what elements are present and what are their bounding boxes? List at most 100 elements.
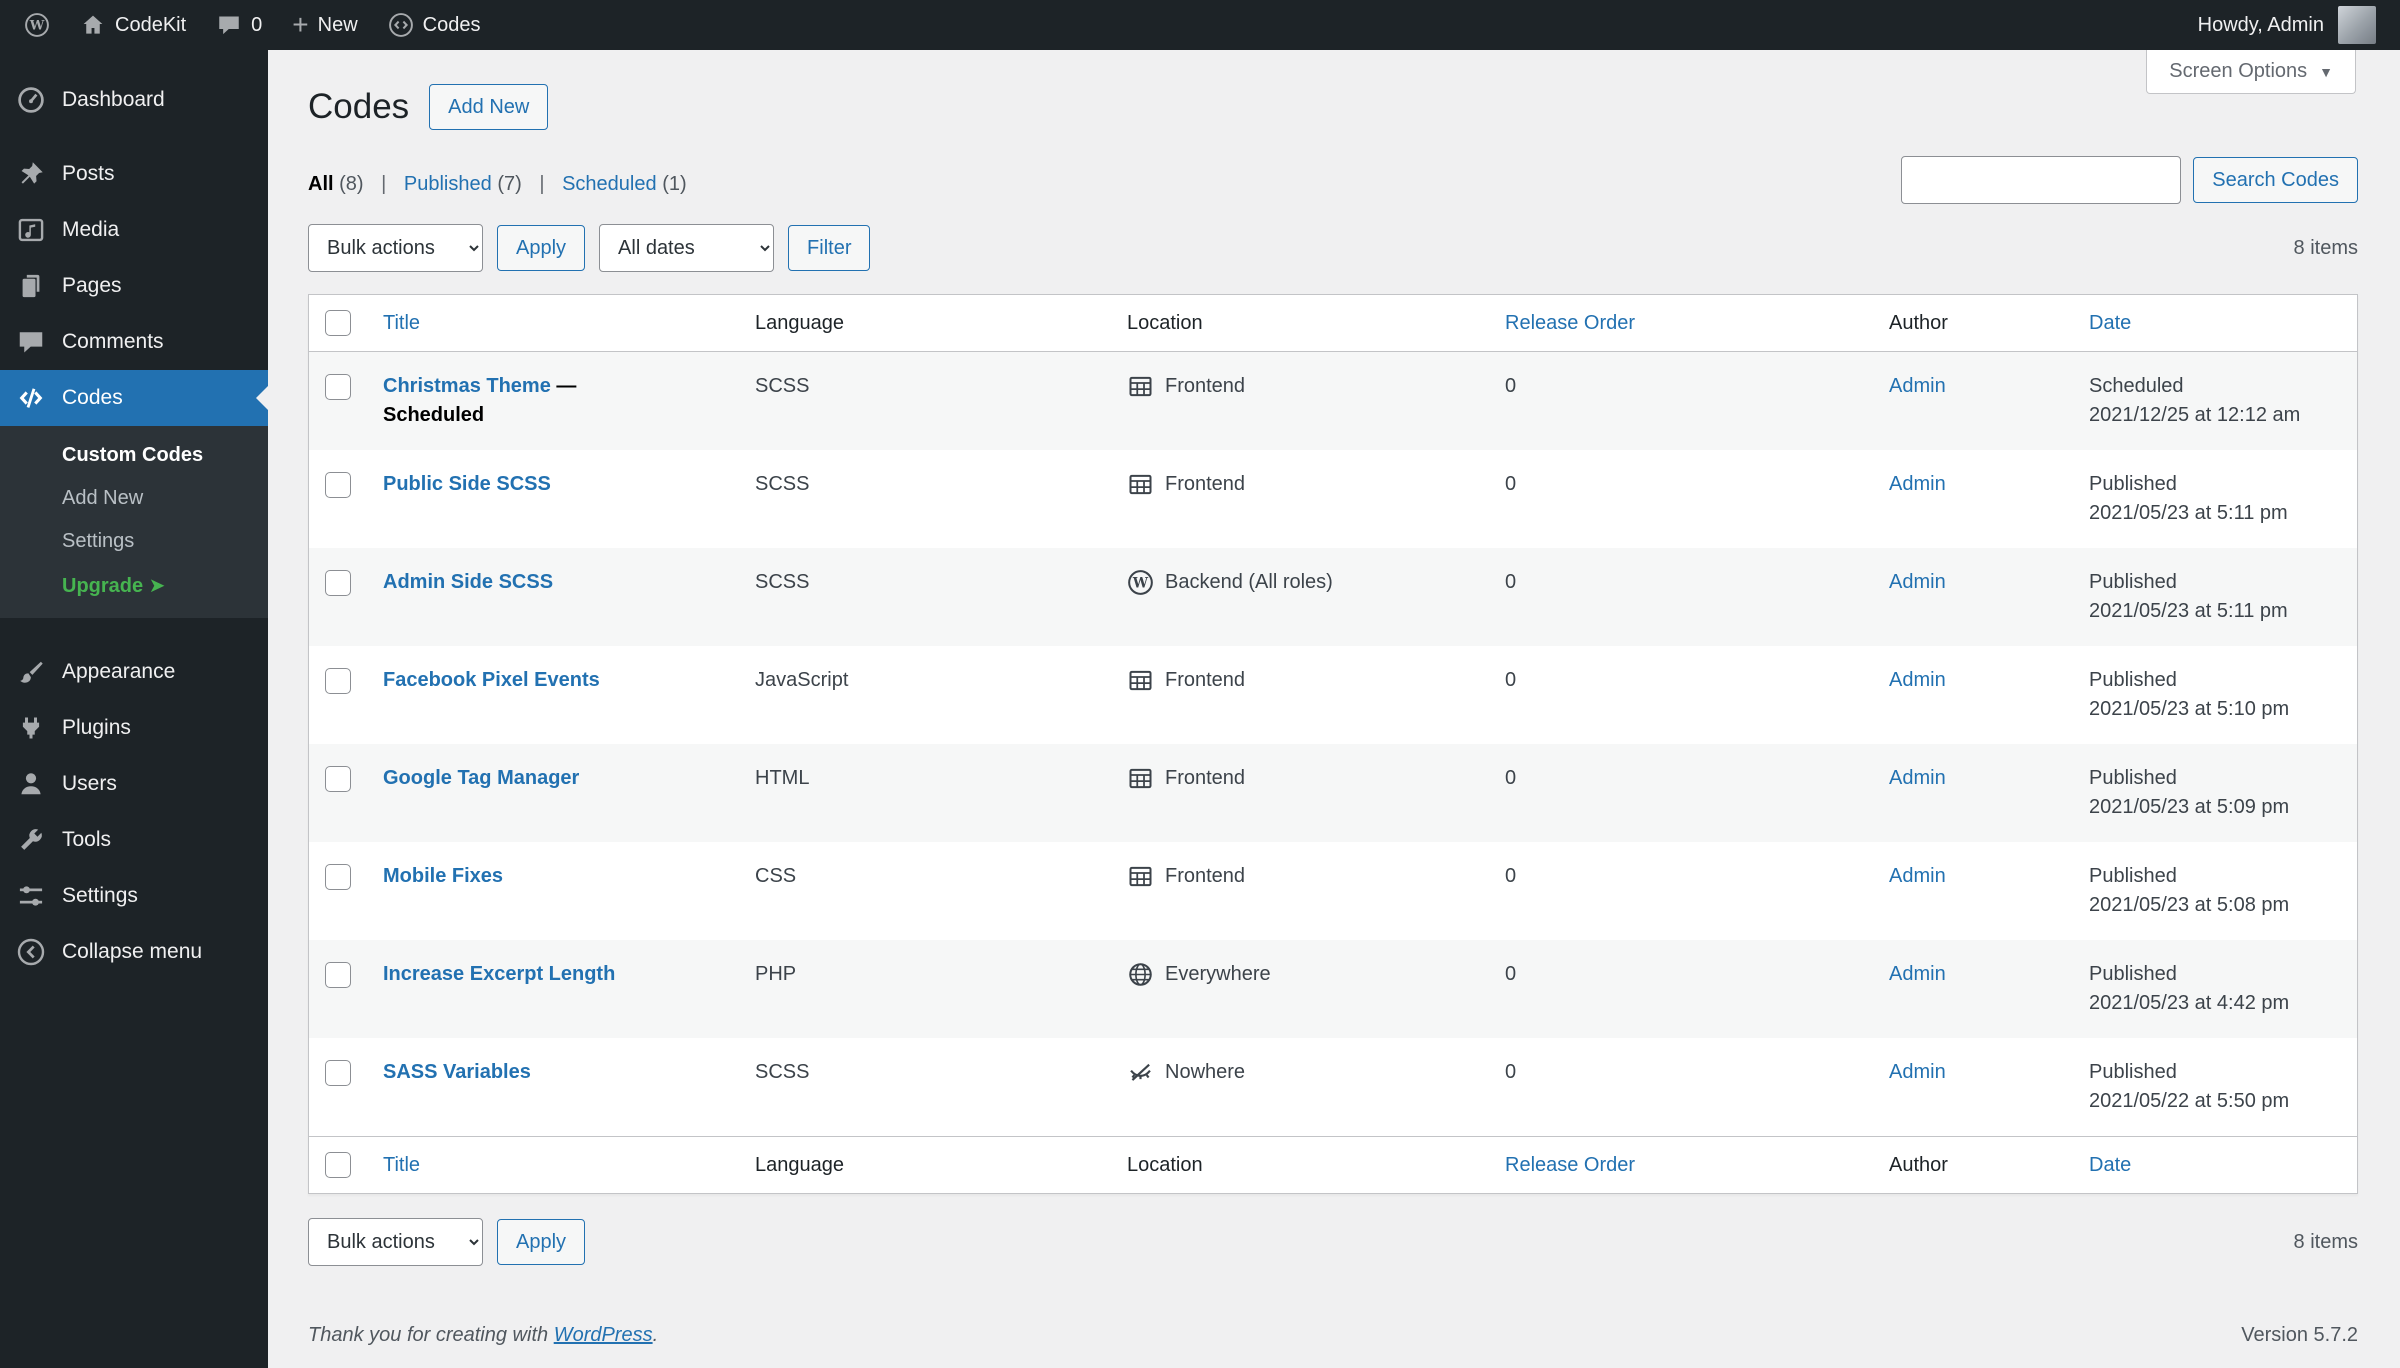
author-link[interactable]: Admin [1889,865,1946,887]
select-row-checkbox[interactable] [325,569,351,596]
sidebar-item-appearance[interactable]: Appearance [0,644,268,700]
view-scheduled[interactable]: Scheduled [562,173,657,195]
sidebar-item-label: Pages [62,274,122,297]
new-label: New [317,13,358,36]
date-cell: Published 2021/05/23 at 4:42 pm [2073,940,2358,1038]
view-published[interactable]: Published [404,173,492,195]
location-icon [1127,373,1154,400]
dates-filter-select[interactable]: All dates [599,224,775,272]
column-header-release-order[interactable]: Release Order [1505,312,1635,334]
column-footer-date[interactable]: Date [2089,1154,2131,1176]
row-title-link[interactable]: Facebook Pixel Events [383,669,600,691]
date-status: Published [2089,1061,2177,1083]
wordpress-link[interactable]: WordPress [554,1324,653,1346]
author-link[interactable]: Admin [1889,375,1946,397]
sidebar-item-settings[interactable]: Settings [0,868,268,924]
wp-logo-menu[interactable] [24,12,50,38]
select-row-checkbox[interactable] [325,863,351,890]
table-footer-row: Title Language Location Release Order Au… [308,1136,2358,1194]
row-title-link[interactable]: Admin Side SCSS [383,571,553,593]
select-row-checkbox[interactable] [325,765,351,792]
codes-list-table: Title Language Location Release Order Au… [308,294,2358,1194]
date-status: Published [2089,963,2177,985]
admin-sidebar: Dashboard Posts Media Pages Comments Cod… [0,50,268,1368]
release-order-cell: 0 [1505,375,1517,397]
select-row-checkbox[interactable] [325,1059,351,1086]
comments-menu[interactable]: 0 [216,12,262,38]
sidebar-item-dashboard[interactable]: Dashboard [0,72,268,128]
row-title-link[interactable]: Increase Excerpt Length [383,963,615,985]
location-cell: Frontend [1127,862,1473,891]
author-link[interactable]: Admin [1889,669,1946,691]
select-row-checkbox[interactable] [325,667,351,694]
column-header-language: Language [739,294,1111,352]
row-title-link[interactable]: SASS Variables [383,1061,531,1083]
submenu-item-add-new[interactable]: Add New [0,477,268,520]
sidebar-item-pages[interactable]: Pages [0,258,268,314]
column-footer-release-order[interactable]: Release Order [1505,1154,1635,1176]
row-title-link[interactable]: Google Tag Manager [383,767,579,789]
select-all-checkbox[interactable] [325,1152,351,1178]
table-row: Increase Excerpt Length PHP Everywhere 0… [308,940,2358,1038]
select-row-checkbox[interactable] [325,373,351,400]
row-title-link[interactable]: Christmas Theme [383,375,551,397]
date-value: 2021/05/23 at 5:09 pm [2089,796,2290,818]
avatar[interactable] [2338,6,2376,44]
sidebar-item-comments[interactable]: Comments [0,314,268,370]
author-link[interactable]: Admin [1889,571,1946,593]
select-row-checkbox[interactable] [325,471,351,498]
add-new-button[interactable]: Add New [429,84,549,130]
submenu-item-upgrade[interactable]: Upgrade ➤ [0,563,268,608]
sidebar-item-users[interactable]: Users [0,756,268,812]
view-scheduled-count: (1) [662,173,687,195]
author-link[interactable]: Admin [1889,473,1946,495]
row-title-link[interactable]: Mobile Fixes [383,865,503,887]
admin-bar: CodeKit 0 + New Codes Howdy, Admin [0,0,2400,50]
location-cell: Everywhere [1127,960,1473,989]
column-header-date[interactable]: Date [2089,312,2131,334]
date-cell: Published 2021/05/23 at 5:11 pm [2073,548,2358,646]
location-icon [1127,765,1154,792]
sidebar-item-plugins[interactable]: Plugins [0,700,268,756]
sidebar-item-media[interactable]: Media [0,202,268,258]
select-all-checkbox[interactable] [325,310,351,336]
site-name-menu[interactable]: CodeKit [80,12,186,38]
view-all[interactable]: All [308,173,334,195]
sidebar-item-tools[interactable]: Tools [0,812,268,868]
location-label: Frontend [1165,669,1246,691]
submenu-item-settings[interactable]: Settings [0,520,268,563]
howdy-account-link[interactable]: Howdy, Admin [2198,14,2324,37]
author-link[interactable]: Admin [1889,963,1946,985]
search-input[interactable] [1901,156,2182,204]
select-row-checkbox[interactable] [325,961,351,988]
author-link[interactable]: Admin [1889,1061,1946,1083]
screen-options-button[interactable]: Screen Options ▼ [2146,50,2356,94]
language-cell: HTML [755,767,810,789]
filter-button[interactable]: Filter [788,225,871,271]
sidebar-item-codes[interactable]: Codes [0,370,268,426]
author-link[interactable]: Admin [1889,767,1946,789]
apply-button-bottom[interactable]: Apply [497,1219,586,1265]
wordpress-admin-screen: CodeKit 0 + New Codes Howdy, Admin Dashb… [0,0,2400,1368]
new-content-menu[interactable]: + New [292,11,357,39]
sidebar-item-posts[interactable]: Posts [0,146,268,202]
release-order-cell: 0 [1505,1061,1517,1083]
search-codes-button[interactable]: Search Codes [2193,157,2358,203]
bulk-actions-select[interactable]: Bulk actions [308,224,483,272]
submenu-item-custom-codes[interactable]: Custom Codes [0,434,268,477]
date-cell: Published 2021/05/23 at 5:09 pm [2073,744,2358,842]
column-footer-title[interactable]: Title [383,1154,420,1176]
row-title-link[interactable]: Public Side SCSS [383,473,551,495]
sidebar-item-label: Media [62,218,120,241]
collapse-menu-button[interactable]: Collapse menu [0,924,268,980]
codes-toolbar-menu[interactable]: Codes [388,12,480,38]
main-content: Screen Options ▼ Codes Add New All (8) |… [268,50,2400,1368]
bulk-actions-select-bottom[interactable]: Bulk actions [308,1218,483,1266]
footer-thanks-suffix: . [652,1324,659,1346]
release-order-cell: 0 [1505,865,1517,887]
date-status: Scheduled [2089,375,2184,397]
location-label: Frontend [1165,375,1246,397]
table-row: Christmas Theme — Scheduled SCSS Fronten… [308,351,2358,450]
column-header-title[interactable]: Title [383,312,420,334]
apply-button[interactable]: Apply [497,225,586,271]
